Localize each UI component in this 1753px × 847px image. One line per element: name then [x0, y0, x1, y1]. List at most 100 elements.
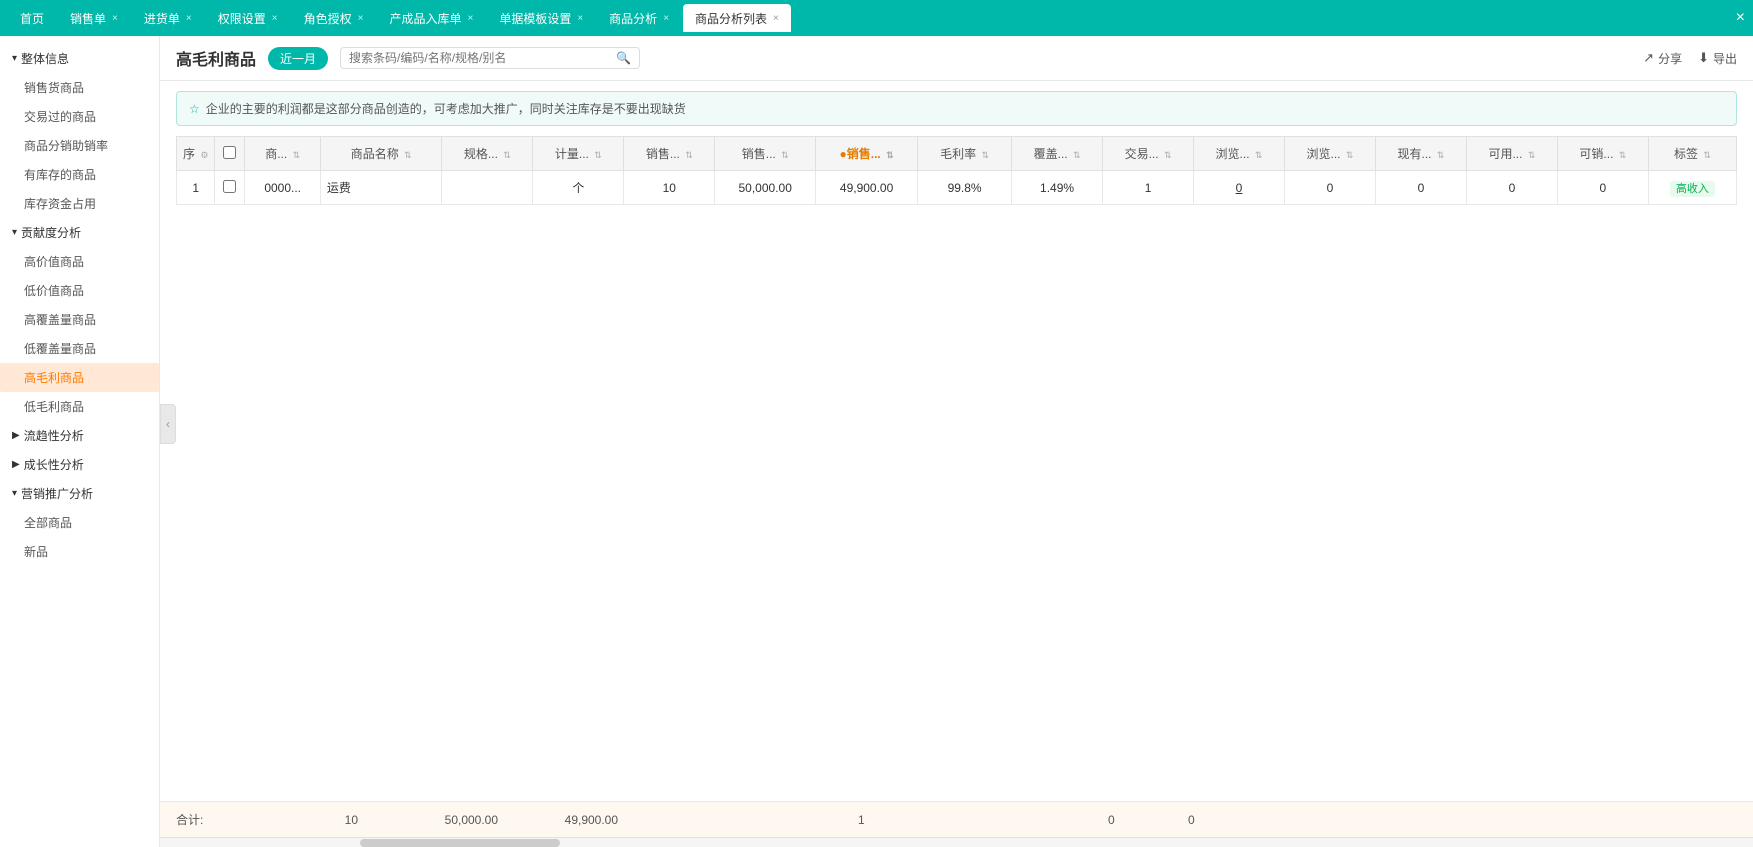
th-unit[interactable]: 计量... ⇅: [533, 137, 624, 171]
arrow-overall: ▾: [12, 53, 17, 64]
th-spec-sort: ⇅: [503, 150, 511, 160]
nav-tab-template-label: 单据模板设置: [499, 10, 571, 27]
close-purchase-tab[interactable]: ×: [186, 13, 192, 24]
th-sales-cost-label: ●销售...: [840, 147, 881, 161]
sidebar-item-traded-goods[interactable]: 交易过的商品: [0, 102, 159, 131]
th-spec[interactable]: 规格... ⇅: [442, 137, 533, 171]
close-sales-tab[interactable]: ×: [112, 13, 118, 24]
row-checkbox[interactable]: [223, 180, 236, 193]
sidebar-item-new-goods[interactable]: 新品: [0, 537, 159, 566]
cell-spec: [442, 171, 533, 205]
footer-current: 0: [1071, 813, 1151, 827]
collapse-icon: ‹: [166, 417, 170, 431]
close-analysis-tab[interactable]: ×: [663, 13, 669, 24]
cell-browse2: 0: [1284, 171, 1375, 205]
th-current[interactable]: 现有... ⇅: [1375, 137, 1466, 171]
nav-tab-stockin-label: 产成品入库单: [389, 10, 461, 27]
th-browse2-label: 浏览...: [1307, 147, 1341, 161]
nav-tab-purchase-label: 进货单: [144, 10, 180, 27]
sidebar-item-high-margin[interactable]: 高毛利商品: [0, 363, 159, 392]
close-analysis-list-tab[interactable]: ×: [773, 13, 779, 24]
search-input[interactable]: [349, 51, 612, 65]
footer-sales-qty: 10: [291, 813, 411, 827]
collapse-sidebar-button[interactable]: ‹: [160, 404, 176, 444]
sidebar-item-distribution-rate[interactable]: 商品分销助销率: [0, 131, 159, 160]
export-button[interactable]: ⬇ 导出: [1698, 50, 1737, 67]
arrow-marketing: ▾: [12, 488, 17, 499]
nav-tab-home[interactable]: 首页: [8, 4, 56, 32]
nav-tab-permission[interactable]: 权限设置 ×: [206, 4, 290, 32]
th-browse1[interactable]: 浏览... ⇅: [1194, 137, 1285, 171]
sidebar-item-sales-goods[interactable]: 销售货商品: [0, 73, 159, 102]
nav-tab-analysis-label: 商品分析: [609, 10, 657, 27]
nav-tab-analysis[interactable]: 商品分析 ×: [597, 4, 681, 32]
nav-tab-home-label: 首页: [20, 10, 44, 27]
close-template-tab[interactable]: ×: [577, 13, 583, 24]
sidebar-item-low-margin[interactable]: 低毛利商品: [0, 392, 159, 421]
select-all-checkbox[interactable]: [223, 146, 236, 159]
sidebar-group-growth-label: 成长性分析: [24, 456, 84, 473]
cell-sellable: 0: [1557, 171, 1648, 205]
nav-tab-purchase[interactable]: 进货单 ×: [132, 4, 204, 32]
nav-tab-role[interactable]: 角色授权 ×: [292, 4, 376, 32]
th-sales-cost[interactable]: ●销售... ⇅: [816, 137, 918, 171]
sidebar-group-overall[interactable]: ▾ 整体信息: [0, 44, 159, 73]
sidebar-group-marketing[interactable]: ▾ 营销推广分析: [0, 479, 159, 508]
th-sales-cost-sort: ⇅: [886, 150, 894, 160]
cell-current: 0: [1375, 171, 1466, 205]
nav-tab-analysis-list[interactable]: 商品分析列表 ×: [683, 4, 791, 32]
cell-trade: 1: [1103, 171, 1194, 205]
sidebar-item-low-value[interactable]: 低价值商品: [0, 276, 159, 305]
sidebar-group-trend[interactable]: ▶ 流趋性分析: [0, 421, 159, 450]
close-role-tab[interactable]: ×: [358, 13, 364, 24]
nav-tab-sales[interactable]: 销售单 ×: [58, 4, 130, 32]
th-code[interactable]: 商... ⇅: [245, 137, 320, 171]
cell-browse1[interactable]: 0: [1194, 171, 1285, 205]
scrollbar-thumb[interactable]: [360, 839, 560, 847]
th-trade[interactable]: 交易... ⇅: [1103, 137, 1194, 171]
th-coverage[interactable]: 覆盖... ⇅: [1012, 137, 1103, 171]
arrow-trend: ▶: [12, 430, 20, 441]
th-sales-qty[interactable]: 销售... ⇅: [624, 137, 715, 171]
cell-unit: 个: [533, 171, 624, 205]
th-coverage-label: 覆盖...: [1034, 147, 1068, 161]
nav-tab-role-label: 角色授权: [304, 10, 352, 27]
browse1-link[interactable]: 0: [1236, 181, 1243, 195]
th-available[interactable]: 可用... ⇅: [1466, 137, 1557, 171]
cell-sales-amount: 50,000.00: [715, 171, 816, 205]
th-available-sort: ⇅: [1528, 150, 1536, 160]
share-button[interactable]: ↗ 分享: [1643, 50, 1682, 67]
close-all-tabs[interactable]: ×: [1736, 9, 1745, 27]
filter-recent-month-button[interactable]: 近一月: [268, 47, 328, 70]
sidebar-group-growth[interactable]: ▶ 成长性分析: [0, 450, 159, 479]
close-permission-tab[interactable]: ×: [272, 13, 278, 24]
table-wrapper[interactable]: 序 ⚙ 商... ⇅ 商品名称 ⇅: [160, 136, 1753, 801]
th-tag[interactable]: 标签 ⇅: [1648, 137, 1736, 171]
th-gross-margin[interactable]: 毛利率 ⇅: [918, 137, 1012, 171]
th-sales-amount[interactable]: 销售... ⇅: [715, 137, 816, 171]
cell-checkbox[interactable]: [215, 171, 245, 205]
cell-name: 运费: [320, 171, 441, 205]
sidebar-item-low-coverage[interactable]: 低覆盖量商品: [0, 334, 159, 363]
close-stockin-tab[interactable]: ×: [467, 13, 473, 24]
sidebar-item-all-goods[interactable]: 全部商品: [0, 508, 159, 537]
nav-tab-stockin[interactable]: 产成品入库单 ×: [377, 4, 485, 32]
sidebar-item-in-stock[interactable]: 有库存的商品: [0, 160, 159, 189]
th-coverage-sort: ⇅: [1073, 150, 1081, 160]
sidebar-group-contribution[interactable]: ▾ 贡献度分析: [0, 218, 159, 247]
th-seq[interactable]: 序 ⚙: [177, 137, 215, 171]
th-available-label: 可用...: [1488, 147, 1522, 161]
th-browse2[interactable]: 浏览... ⇅: [1284, 137, 1375, 171]
th-gross-margin-label: 毛利率: [940, 147, 976, 161]
th-browse2-sort: ⇅: [1346, 150, 1354, 160]
nav-tab-template[interactable]: 单据模板设置 ×: [487, 4, 595, 32]
sidebar-item-high-value[interactable]: 高价值商品: [0, 247, 159, 276]
th-sellable[interactable]: 可销... ⇅: [1557, 137, 1648, 171]
sidebar-item-inventory-capital[interactable]: 库存资金占用: [0, 189, 159, 218]
search-icon[interactable]: 🔍: [616, 51, 631, 65]
sidebar-item-high-coverage[interactable]: 高覆盖量商品: [0, 305, 159, 334]
th-name[interactable]: 商品名称 ⇅: [320, 137, 441, 171]
horizontal-scrollbar[interactable]: [160, 837, 1753, 847]
th-checkbox[interactable]: [215, 137, 245, 171]
content-header: 高毛利商品 近一月 🔍 ↗ 分享 ⬇ 导出: [160, 36, 1753, 81]
